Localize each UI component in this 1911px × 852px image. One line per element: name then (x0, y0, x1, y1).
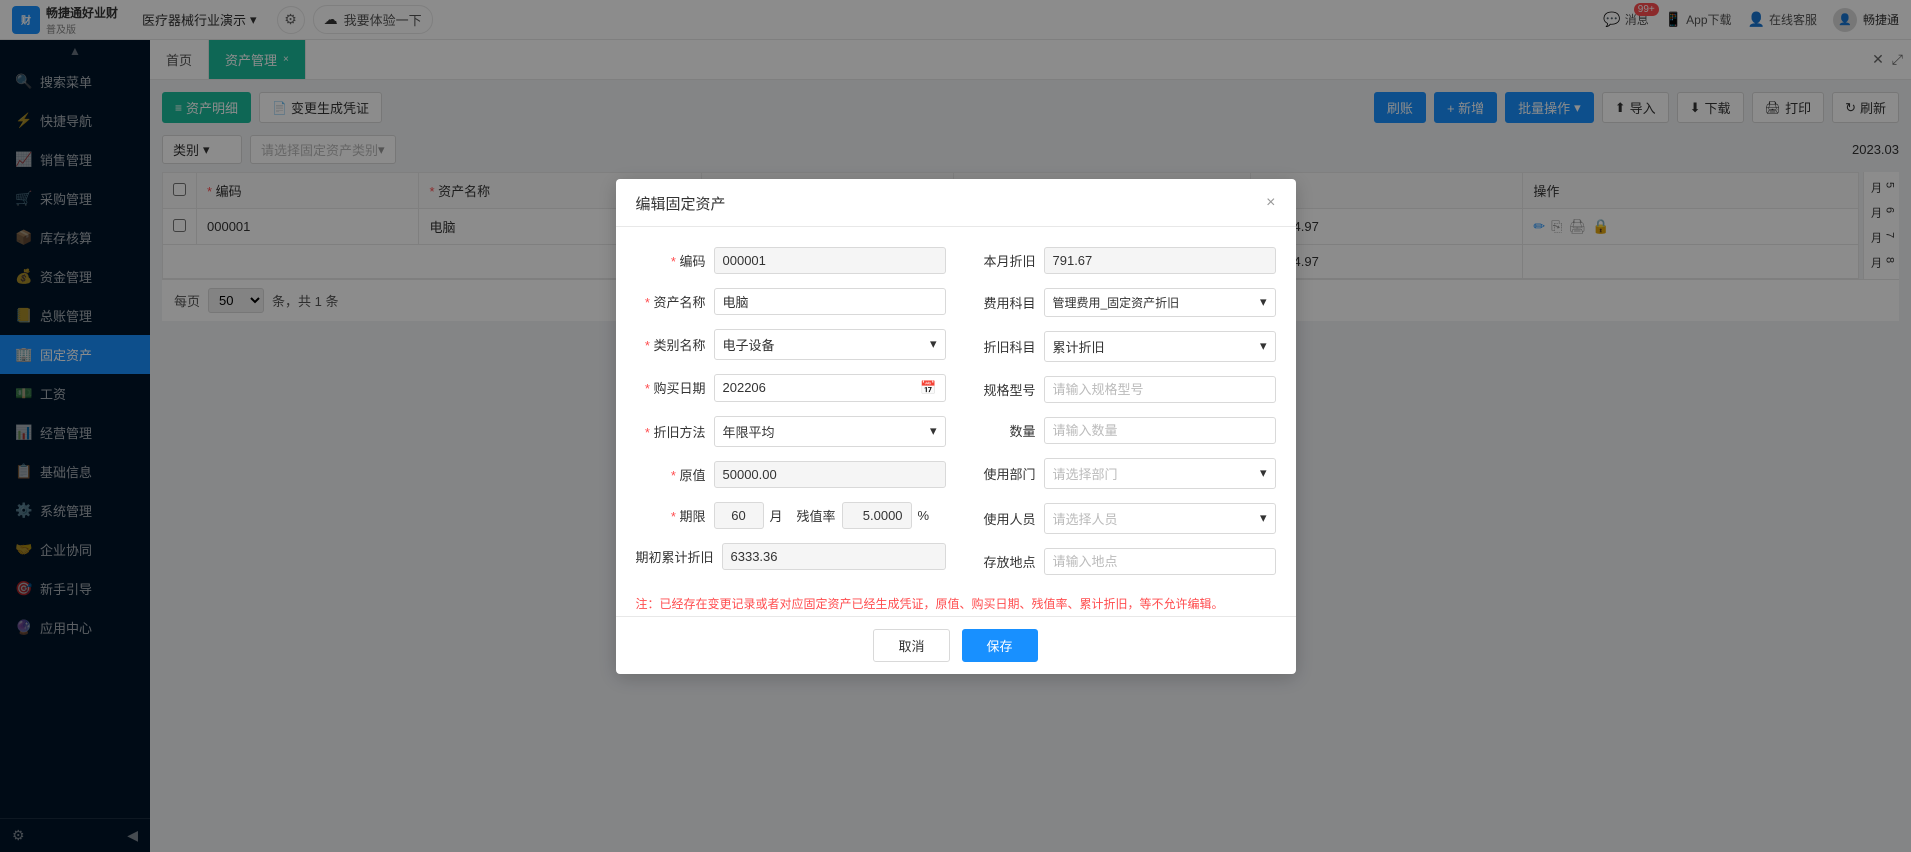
period-cumul-input[interactable] (722, 543, 946, 570)
cancel-button[interactable]: 取消 (873, 629, 949, 662)
period-input[interactable] (714, 502, 764, 529)
purchase-date-label: 购买日期 (636, 378, 706, 397)
dep-subject-select[interactable]: 累计折旧 ▾ (1044, 331, 1276, 362)
form-row-purchase-date: 购买日期 202206 📅 (636, 374, 946, 402)
expense-subject-select[interactable]: 管理费用_固定资产折旧 ▾ (1044, 288, 1276, 317)
dep-subject-label: 折旧科目 (966, 337, 1036, 356)
modal-right-col: 本月折旧 费用科目 管理费用_固定资产折旧 ▾ 折旧科目 累计折旧 (966, 247, 1276, 575)
edit-asset-modal: 编辑固定资产 × 编码 资产名称 类别名称 电 (616, 179, 1296, 674)
period-cumul-label: 期初累计折旧 (636, 547, 714, 566)
form-row-original-value: 原值 (636, 461, 946, 488)
residual-unit: % (918, 508, 930, 523)
modal-header: 编辑固定资产 × (616, 179, 1296, 227)
category-label: 类别名称 (636, 335, 706, 354)
spec-label: 规格型号 (966, 380, 1036, 399)
period-residual-row: 月 残值率 % (714, 502, 930, 529)
user-label: 使用人员 (966, 509, 1036, 528)
period-label: 期限 (636, 506, 706, 525)
chevron-down-icon: ▾ (930, 423, 937, 439)
modal-overlay: 编辑固定资产 × 编码 资产名称 类别名称 电 (0, 0, 1911, 852)
save-button[interactable]: 保存 (962, 629, 1038, 662)
modal-close-btn[interactable]: × (1266, 194, 1275, 212)
spec-input[interactable] (1044, 376, 1276, 403)
chevron-down-icon: ▾ (1260, 465, 1267, 481)
form-row-monthly-dep: 本月折旧 (966, 247, 1276, 274)
modal-footer: 取消 保存 (616, 616, 1296, 674)
chevron-down-icon: ▾ (1260, 294, 1267, 310)
name-input[interactable] (714, 288, 946, 315)
form-row-period-cumul: 期初累计折旧 (636, 543, 946, 570)
residual-rate-label: 残值率 (797, 506, 836, 525)
quantity-input[interactable] (1044, 417, 1276, 444)
form-row-expense-subject: 费用科目 管理费用_固定资产折旧 ▾ (966, 288, 1276, 317)
calendar-icon: 📅 (920, 380, 936, 396)
form-row-code: 编码 (636, 247, 946, 274)
form-row-user: 使用人员 请选择人员 ▾ (966, 503, 1276, 534)
purchase-date-input[interactable]: 202206 📅 (714, 374, 946, 402)
chevron-down-icon: ▾ (930, 336, 937, 352)
chevron-down-icon: ▾ (1260, 338, 1267, 354)
form-row-location: 存放地点 (966, 548, 1276, 575)
form-row-name: 资产名称 (636, 288, 946, 315)
form-row-dept: 使用部门 请选择部门 ▾ (966, 458, 1276, 489)
modal-title: 编辑固定资产 (636, 193, 726, 214)
name-label: 资产名称 (636, 292, 706, 311)
category-select[interactable]: 电子设备 ▾ (714, 329, 946, 360)
form-row-period: 期限 月 残值率 % (636, 502, 946, 529)
code-label: 编码 (636, 251, 706, 270)
code-input[interactable] (714, 247, 946, 274)
monthly-dep-input[interactable] (1044, 247, 1276, 274)
modal-left-col: 编码 资产名称 类别名称 电子设备 ▾ 购 (636, 247, 946, 575)
dept-label: 使用部门 (966, 464, 1036, 483)
form-row-dep-method: 折旧方法 年限平均 ▾ (636, 416, 946, 447)
location-label: 存放地点 (966, 552, 1036, 571)
period-unit: 月 (770, 506, 783, 525)
expense-subject-label: 费用科目 (966, 293, 1036, 312)
dep-method-label: 折旧方法 (636, 422, 706, 441)
form-row-quantity: 数量 (966, 417, 1276, 444)
user-select[interactable]: 请选择人员 ▾ (1044, 503, 1276, 534)
original-value-label: 原值 (636, 465, 706, 484)
quantity-label: 数量 (966, 421, 1036, 440)
modal-body: 编码 资产名称 类别名称 电子设备 ▾ 购 (616, 227, 1296, 595)
chevron-down-icon: ▾ (1260, 510, 1267, 526)
dept-select[interactable]: 请选择部门 ▾ (1044, 458, 1276, 489)
form-row-spec: 规格型号 (966, 376, 1276, 403)
monthly-dep-label: 本月折旧 (966, 251, 1036, 270)
form-row-dep-subject: 折旧科目 累计折旧 ▾ (966, 331, 1276, 362)
location-input[interactable] (1044, 548, 1276, 575)
residual-rate-input[interactable] (842, 502, 912, 529)
form-row-category: 类别名称 电子设备 ▾ (636, 329, 946, 360)
dep-method-select[interactable]: 年限平均 ▾ (714, 416, 946, 447)
modal-note: 注：已经存在变更记录或者对应固定资产已经生成凭证，原值、购买日期、残值率、累计折… (616, 595, 1296, 616)
original-value-input[interactable] (714, 461, 946, 488)
